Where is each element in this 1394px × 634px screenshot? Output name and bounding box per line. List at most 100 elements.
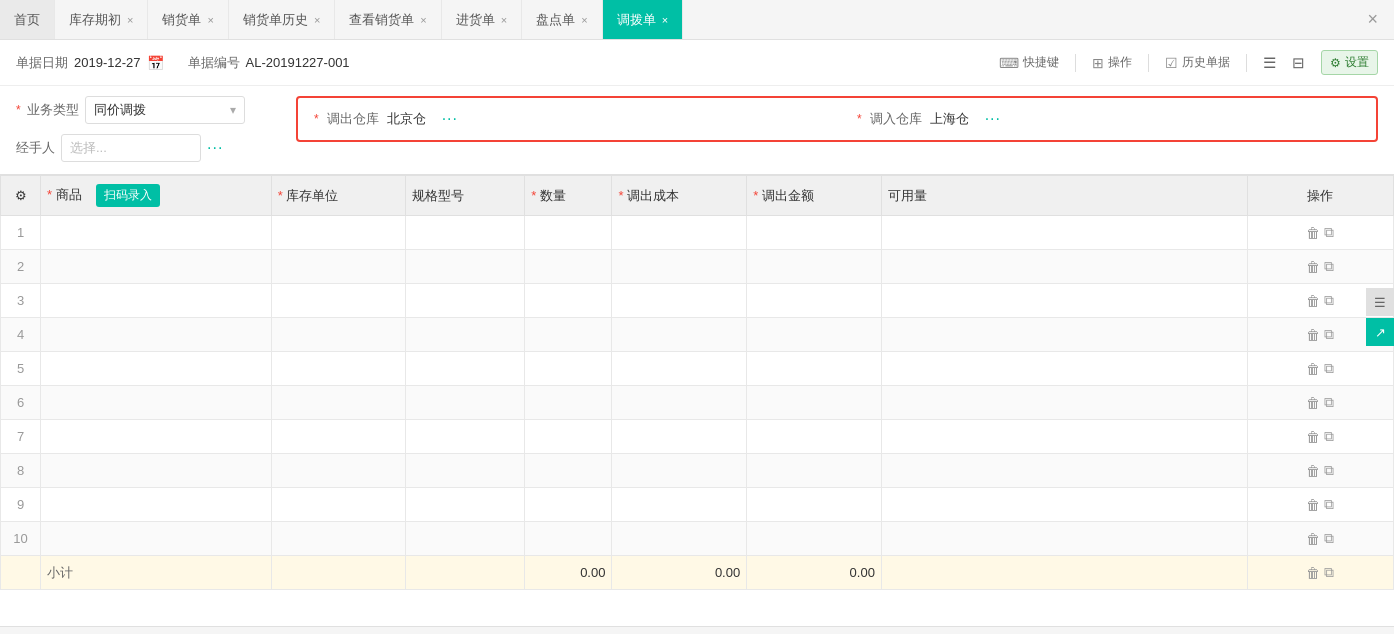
row-spec-cell[interactable] bbox=[406, 420, 525, 454]
operation-button[interactable]: ⊞ 操作 bbox=[1092, 54, 1132, 71]
row-copy-icon[interactable]: ⧉ bbox=[1324, 224, 1334, 241]
row-spec-cell[interactable] bbox=[406, 250, 525, 284]
scan-button[interactable]: 扫码录入 bbox=[96, 184, 160, 207]
row-available-cell[interactable] bbox=[881, 488, 1247, 522]
row-unit-cell[interactable] bbox=[271, 488, 406, 522]
row-product-cell[interactable] bbox=[41, 352, 272, 386]
row-available-cell[interactable] bbox=[881, 352, 1247, 386]
row-delete-icon[interactable]: 🗑 bbox=[1306, 531, 1320, 547]
tab-stock-check-close[interactable]: × bbox=[581, 14, 587, 26]
tab-sales-order[interactable]: 销货单 × bbox=[148, 0, 228, 39]
calendar-icon[interactable]: 📅 bbox=[147, 55, 164, 71]
row-quantity-cell[interactable] bbox=[525, 216, 612, 250]
row-delete-icon[interactable]: 🗑 bbox=[1306, 259, 1320, 275]
row-product-cell[interactable] bbox=[41, 250, 272, 284]
row-unit-cell[interactable] bbox=[271, 522, 406, 556]
row-product-cell[interactable] bbox=[41, 522, 272, 556]
in-warehouse-more-icon[interactable]: ··· bbox=[985, 110, 1001, 128]
tab-view-sales[interactable]: 查看销货单 × bbox=[335, 0, 441, 39]
row-available-cell[interactable] bbox=[881, 318, 1247, 352]
row-product-cell[interactable] bbox=[41, 454, 272, 488]
row-unit-cell[interactable] bbox=[271, 216, 406, 250]
tab-sales-history-close[interactable]: × bbox=[314, 14, 320, 26]
row-cost-cell[interactable] bbox=[612, 284, 747, 318]
tab-home[interactable]: 首页 bbox=[0, 0, 55, 39]
row-spec-cell[interactable] bbox=[406, 352, 525, 386]
row-available-cell[interactable] bbox=[881, 386, 1247, 420]
row-product-cell[interactable] bbox=[41, 216, 272, 250]
row-delete-icon[interactable]: 🗑 bbox=[1306, 463, 1320, 479]
row-spec-cell[interactable] bbox=[406, 522, 525, 556]
row-quantity-cell[interactable] bbox=[525, 318, 612, 352]
row-product-cell[interactable] bbox=[41, 386, 272, 420]
row-unit-cell[interactable] bbox=[271, 318, 406, 352]
row-copy-icon[interactable]: ⧉ bbox=[1324, 428, 1334, 445]
row-delete-icon[interactable]: 🗑 bbox=[1306, 395, 1320, 411]
row-cost-cell[interactable] bbox=[612, 488, 747, 522]
row-delete-icon[interactable]: 🗑 bbox=[1306, 565, 1320, 581]
row-unit-cell[interactable] bbox=[271, 284, 406, 318]
row-spec-cell[interactable] bbox=[406, 488, 525, 522]
horizontal-scrollbar[interactable] bbox=[0, 626, 1394, 634]
row-spec-cell[interactable] bbox=[406, 454, 525, 488]
tab-inventory-init-close[interactable]: × bbox=[127, 14, 133, 26]
row-copy-icon[interactable]: ⧉ bbox=[1324, 462, 1334, 479]
row-delete-icon[interactable]: 🗑 bbox=[1306, 361, 1320, 377]
row-cost-cell[interactable] bbox=[612, 420, 747, 454]
row-amount-cell[interactable] bbox=[747, 420, 882, 454]
row-unit-cell[interactable] bbox=[271, 420, 406, 454]
row-copy-icon[interactable]: ⧉ bbox=[1324, 258, 1334, 275]
person-more-icon[interactable]: ··· bbox=[207, 139, 223, 157]
row-product-cell[interactable] bbox=[41, 420, 272, 454]
row-cost-cell[interactable] bbox=[612, 250, 747, 284]
row-available-cell[interactable] bbox=[881, 522, 1247, 556]
row-delete-icon[interactable]: 🗑 bbox=[1306, 293, 1320, 309]
row-copy-icon[interactable]: ⧉ bbox=[1324, 360, 1334, 377]
layout-list-button[interactable]: ☰ bbox=[1263, 54, 1276, 72]
setting-button[interactable]: ⚙ 设置 bbox=[1321, 50, 1378, 75]
out-warehouse-more-icon[interactable]: ··· bbox=[442, 110, 458, 128]
row-spec-cell[interactable] bbox=[406, 318, 525, 352]
row-amount-cell[interactable] bbox=[747, 250, 882, 284]
tab-sales-order-close[interactable]: × bbox=[207, 14, 213, 26]
row-amount-cell[interactable] bbox=[747, 488, 882, 522]
row-delete-icon[interactable]: 🗑 bbox=[1306, 497, 1320, 513]
row-copy-icon[interactable]: ⧉ bbox=[1324, 394, 1334, 411]
row-cost-cell[interactable] bbox=[612, 522, 747, 556]
row-amount-cell[interactable] bbox=[747, 216, 882, 250]
row-cost-cell[interactable] bbox=[612, 386, 747, 420]
business-type-select[interactable]: 同价调拨 ▾ bbox=[85, 96, 245, 124]
col-gear[interactable]: ⚙ bbox=[1, 176, 41, 216]
row-delete-icon[interactable]: 🗑 bbox=[1306, 225, 1320, 241]
row-copy-icon[interactable]: ⧉ bbox=[1324, 530, 1334, 547]
window-close-button[interactable]: × bbox=[1351, 0, 1394, 39]
row-amount-cell[interactable] bbox=[747, 284, 882, 318]
tab-view-sales-close[interactable]: × bbox=[420, 14, 426, 26]
row-quantity-cell[interactable] bbox=[525, 352, 612, 386]
row-available-cell[interactable] bbox=[881, 216, 1247, 250]
side-list-button[interactable]: ☰ bbox=[1366, 288, 1394, 316]
row-unit-cell[interactable] bbox=[271, 250, 406, 284]
row-amount-cell[interactable] bbox=[747, 454, 882, 488]
row-cost-cell[interactable] bbox=[612, 216, 747, 250]
row-copy-icon[interactable]: ⧉ bbox=[1324, 564, 1334, 581]
tab-stock-check[interactable]: 盘点单 × bbox=[522, 0, 602, 39]
row-product-cell[interactable] bbox=[41, 284, 272, 318]
history-button[interactable]: ☑ 历史单据 bbox=[1165, 54, 1230, 71]
side-expand-button[interactable]: ↗ bbox=[1366, 318, 1394, 346]
tab-transfer-close[interactable]: × bbox=[662, 14, 668, 26]
row-available-cell[interactable] bbox=[881, 454, 1247, 488]
row-product-cell[interactable] bbox=[41, 488, 272, 522]
row-quantity-cell[interactable] bbox=[525, 454, 612, 488]
row-quantity-cell[interactable] bbox=[525, 386, 612, 420]
tab-purchase[interactable]: 进货单 × bbox=[442, 0, 522, 39]
row-quantity-cell[interactable] bbox=[525, 420, 612, 454]
row-spec-cell[interactable] bbox=[406, 216, 525, 250]
row-cost-cell[interactable] bbox=[612, 454, 747, 488]
row-available-cell[interactable] bbox=[881, 250, 1247, 284]
row-copy-icon[interactable]: ⧉ bbox=[1324, 496, 1334, 513]
row-amount-cell[interactable] bbox=[747, 318, 882, 352]
person-select[interactable]: 选择... bbox=[61, 134, 201, 162]
tab-purchase-close[interactable]: × bbox=[501, 14, 507, 26]
row-copy-icon[interactable]: ⧉ bbox=[1324, 326, 1334, 343]
